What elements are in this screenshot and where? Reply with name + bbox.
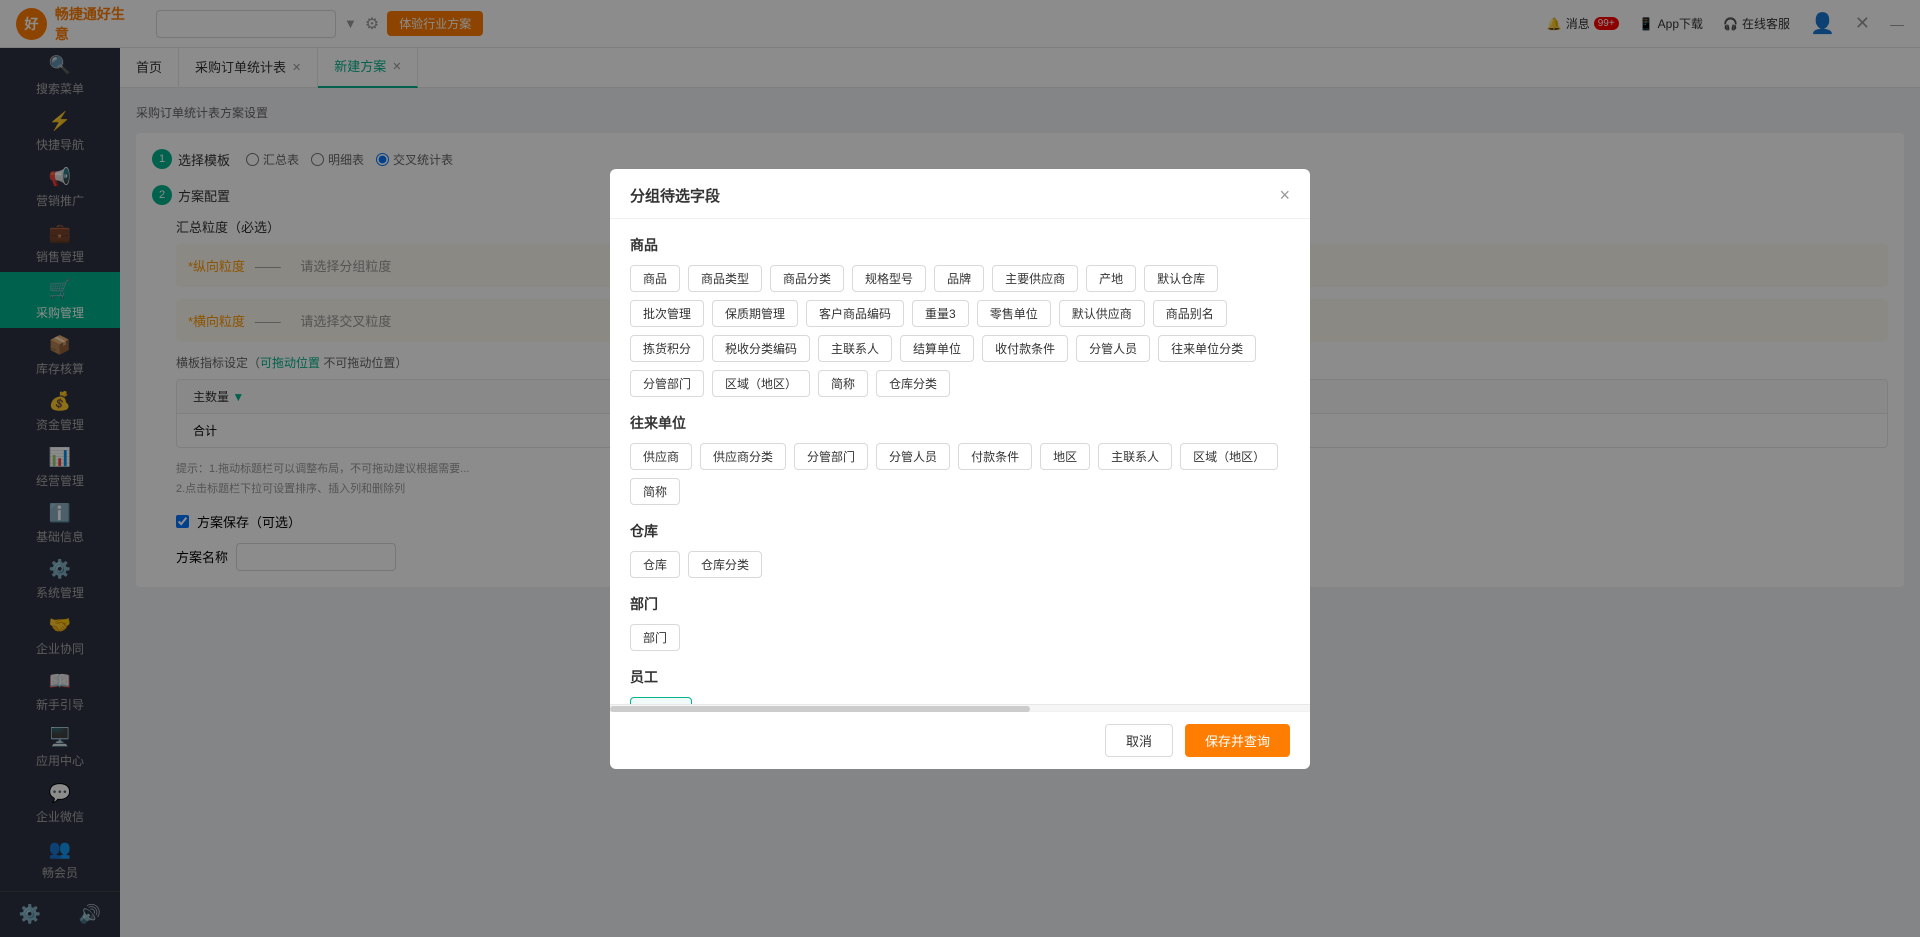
modal-close-button[interactable]: × [1279, 185, 1290, 206]
modal-horizontal-scrollbar[interactable] [610, 704, 1310, 710]
field-tag-weight3[interactable]: 重量3 [912, 300, 969, 327]
cancel-button[interactable]: 取消 [1105, 724, 1173, 757]
field-tag-supplier[interactable]: 供应商 [630, 443, 692, 470]
field-tag-goods-type[interactable]: 商品类型 [688, 265, 762, 292]
field-tag-party-category[interactable]: 往来单位分类 [1158, 335, 1256, 362]
field-tag-settlement-unit[interactable]: 结算单位 [900, 335, 974, 362]
field-tag-main-supplier[interactable]: 主要供应商 [992, 265, 1078, 292]
field-group-department-title: 部门 [630, 594, 1290, 614]
field-tags-warehouse: 仓库 仓库分类 [630, 551, 1290, 578]
field-tag-warehouse[interactable]: 仓库 [630, 551, 680, 578]
field-group-goods: 商品 商品 商品类型 商品分类 规格型号 品牌 主要供应商 产地 默认仓库 批次… [630, 235, 1290, 397]
field-tag-payment-cond[interactable]: 付款条件 [958, 443, 1032, 470]
field-tag-department[interactable]: 部门 [630, 624, 680, 651]
field-tag-dept[interactable]: 分管部门 [630, 370, 704, 397]
field-tag-spec-type[interactable]: 规格型号 [852, 265, 926, 292]
field-tag-tax-code[interactable]: 税收分类编码 [712, 335, 810, 362]
field-group-employee-title: 员工 [630, 667, 1290, 687]
field-tag-goods-alias[interactable]: 商品别名 [1153, 300, 1227, 327]
field-group-warehouse-title: 仓库 [630, 521, 1290, 541]
modal-hscroll-thumb [610, 706, 1030, 712]
field-tags-goods: 商品 商品类型 商品分类 规格型号 品牌 主要供应商 产地 默认仓库 批次管理 … [630, 265, 1290, 397]
field-selection-modal: 分组待选字段 × 商品 商品 商品类型 商品分类 规格型号 品牌 主要供应商 产… [610, 169, 1310, 769]
field-tag-party-supervisor[interactable]: 分管人员 [876, 443, 950, 470]
field-tag-supervisor[interactable]: 分管人员 [1076, 335, 1150, 362]
field-group-department: 部门 部门 [630, 594, 1290, 651]
field-group-goods-title: 商品 [630, 235, 1290, 255]
field-tag-supplier-cat[interactable]: 供应商分类 [700, 443, 786, 470]
field-tag-expiry-mgmt[interactable]: 保质期管理 [712, 300, 798, 327]
field-tag-retail-unit[interactable]: 零售单位 [977, 300, 1051, 327]
field-tag-brand[interactable]: 品牌 [934, 265, 984, 292]
field-tag-payment-terms[interactable]: 收付款条件 [982, 335, 1068, 362]
field-tag-party-dept[interactable]: 分管部门 [794, 443, 868, 470]
field-tag-goods[interactable]: 商品 [630, 265, 680, 292]
modal-footer: 取消 保存并查询 [610, 711, 1310, 769]
field-tags-party: 供应商 供应商分类 分管部门 分管人员 付款条件 地区 主联系人 区域（地区） … [630, 443, 1290, 505]
field-tag-warehouse-cat[interactable]: 仓库分类 [876, 370, 950, 397]
field-tag-party-short[interactable]: 简称 [630, 478, 680, 505]
modal-header: 分组待选字段 × [610, 169, 1310, 219]
field-group-warehouse: 仓库 仓库 仓库分类 [630, 521, 1290, 578]
field-tag-region[interactable]: 区域（地区） [712, 370, 810, 397]
field-tag-warehouse-category[interactable]: 仓库分类 [688, 551, 762, 578]
modal-title: 分组待选字段 [630, 185, 720, 206]
modal-body: 商品 商品 商品类型 商品分类 规格型号 品牌 主要供应商 产地 默认仓库 批次… [610, 219, 1310, 705]
field-tag-salesperson[interactable]: 业务员 [630, 697, 692, 705]
field-group-employee: 员工 业务员 [630, 667, 1290, 705]
field-tag-customer-code[interactable]: 客户商品编码 [806, 300, 904, 327]
field-tag-area[interactable]: 地区 [1040, 443, 1090, 470]
field-tag-party-contact[interactable]: 主联系人 [1098, 443, 1172, 470]
field-group-party: 往来单位 供应商 供应商分类 分管部门 分管人员 付款条件 地区 主联系人 区域… [630, 413, 1290, 505]
confirm-button[interactable]: 保存并查询 [1185, 724, 1290, 757]
modal-overlay: 分组待选字段 × 商品 商品 商品类型 商品分类 规格型号 品牌 主要供应商 产… [0, 0, 1920, 937]
field-tags-department: 部门 [630, 624, 1290, 651]
field-tag-default-warehouse[interactable]: 默认仓库 [1144, 265, 1218, 292]
field-tag-pick-points[interactable]: 拣货积分 [630, 335, 704, 362]
field-tag-goods-category[interactable]: 商品分类 [770, 265, 844, 292]
field-tag-default-supplier[interactable]: 默认供应商 [1059, 300, 1145, 327]
field-tag-origin[interactable]: 产地 [1086, 265, 1136, 292]
field-tags-employee: 业务员 [630, 697, 1290, 705]
field-group-party-title: 往来单位 [630, 413, 1290, 433]
field-tag-short-name[interactable]: 简称 [818, 370, 868, 397]
field-tag-batch-mgmt[interactable]: 批次管理 [630, 300, 704, 327]
field-tag-main-contact[interactable]: 主联系人 [818, 335, 892, 362]
field-tag-party-region[interactable]: 区域（地区） [1180, 443, 1278, 470]
